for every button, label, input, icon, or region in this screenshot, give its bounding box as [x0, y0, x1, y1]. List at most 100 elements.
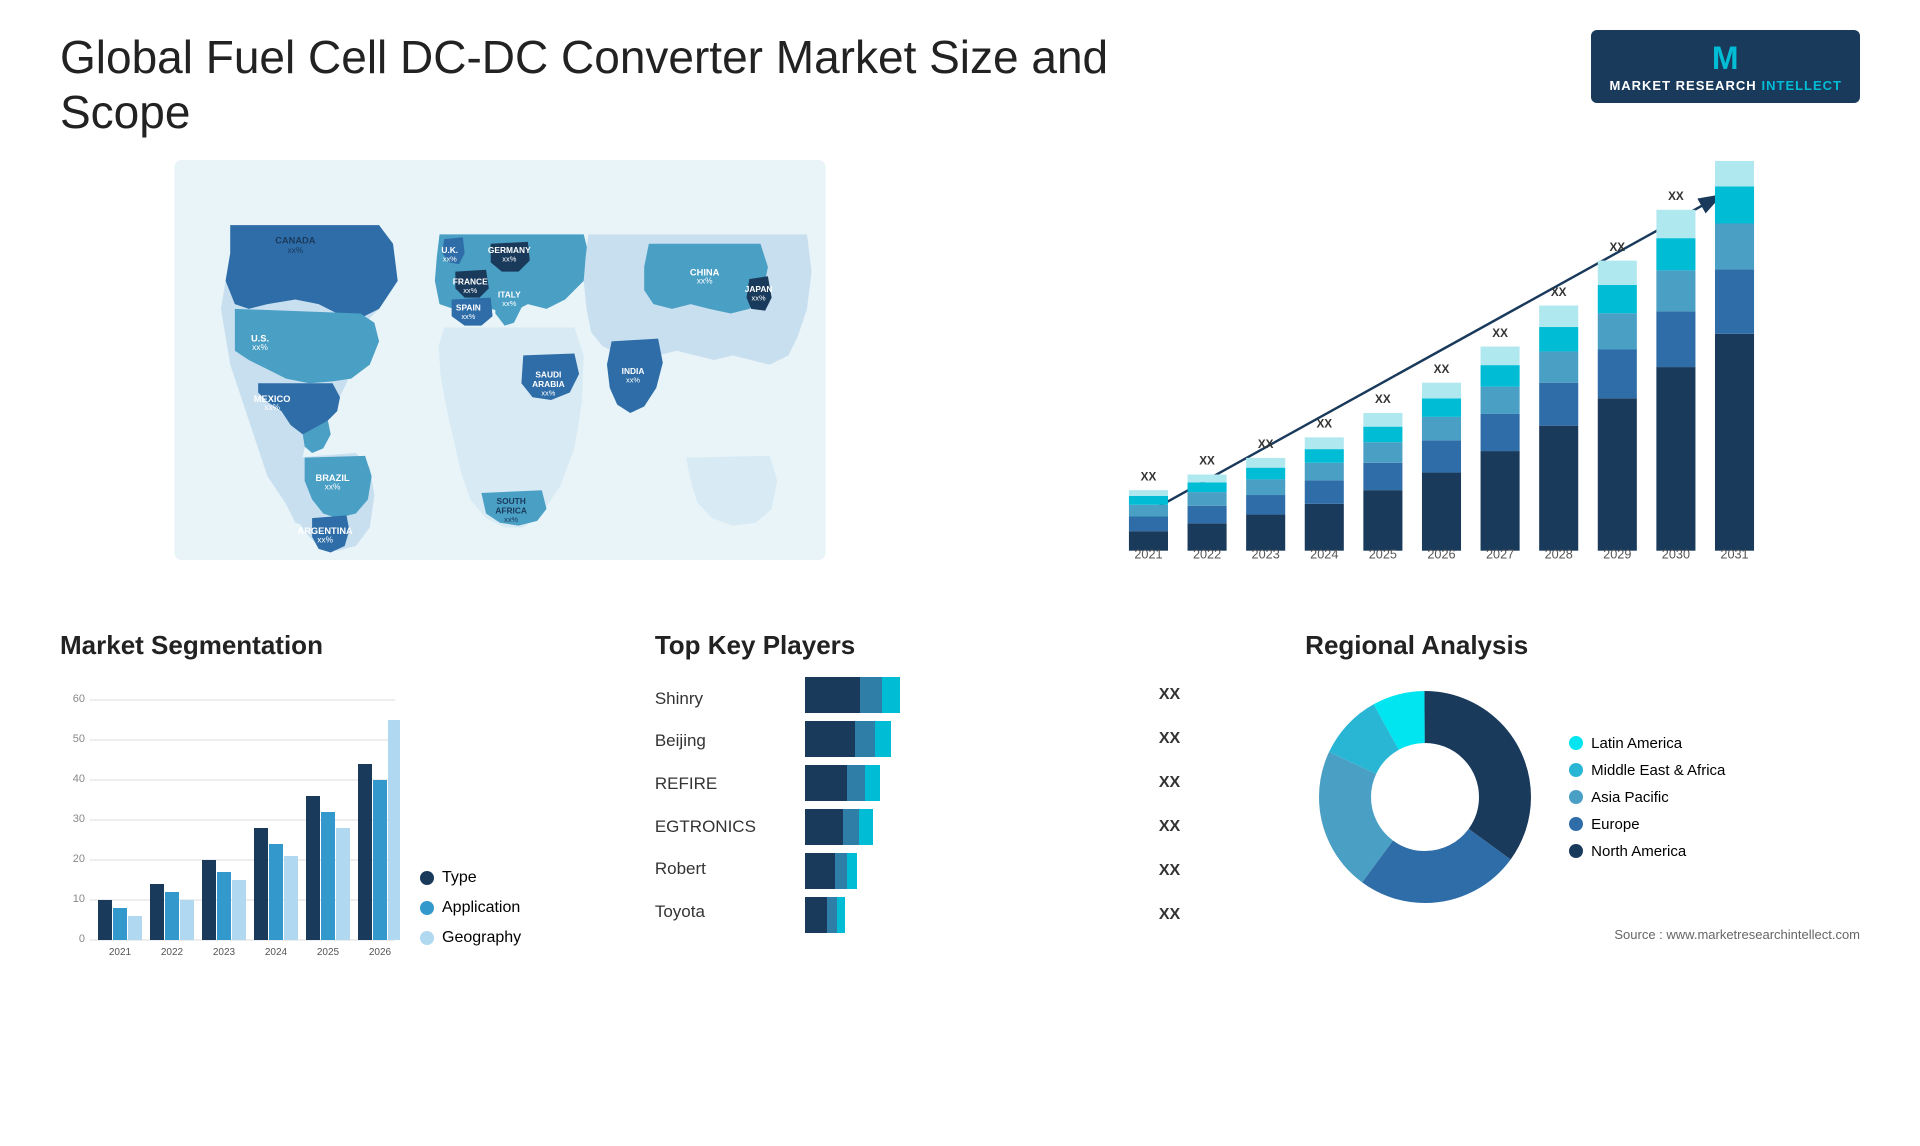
- svg-text:xx%: xx%: [443, 255, 457, 264]
- player-name-3: EGTRONICS: [655, 811, 785, 843]
- regional-section: Regional Analysis: [1305, 630, 1860, 942]
- svg-text:xx%: xx%: [502, 255, 516, 264]
- seg-legend: Type Application Geography: [420, 869, 521, 957]
- svg-text:XX: XX: [1199, 455, 1215, 468]
- player-bar-dark: [805, 765, 847, 801]
- segmentation-section: Market Segmentation 0 10 20 30 40 50 60: [60, 630, 615, 957]
- svg-text:XX: XX: [1141, 471, 1157, 484]
- player-bar-mid: [855, 721, 875, 757]
- player-bar-dark: [805, 677, 860, 713]
- svg-text:XX: XX: [1668, 190, 1684, 203]
- player-bar-dark: [805, 721, 855, 757]
- legend-dot-application: [420, 901, 434, 915]
- players-inner: Shinry Beijing REFIRE EGTRONICS Robert T…: [655, 677, 1265, 933]
- reg-label-latin: Latin America: [1591, 735, 1682, 752]
- svg-text:xx%: xx%: [252, 342, 268, 352]
- bar-chart-container: XX 2021 XX 2022: [980, 160, 1860, 580]
- world-map-svg: CANADA xx% U.S. xx% MEXICO xx% BRAZIL xx…: [60, 160, 940, 560]
- svg-text:10: 10: [73, 893, 85, 905]
- logo-letter: M: [1609, 40, 1842, 77]
- source-text: Source : www.marketresearchintellect.com: [1305, 927, 1860, 942]
- svg-text:2024: 2024: [1310, 548, 1338, 562]
- player-bar-outer: [805, 765, 1145, 801]
- legend-application: Application: [420, 899, 521, 917]
- svg-text:xx%: xx%: [697, 276, 713, 286]
- regional-legend: Latin America Middle East & Africa Asia …: [1569, 735, 1725, 860]
- regional-title: Regional Analysis: [1305, 630, 1860, 661]
- svg-text:xx%: xx%: [325, 482, 341, 492]
- logo-area: M MARKET RESEARCH INTELLECT: [1591, 30, 1860, 103]
- svg-text:2027: 2027: [1486, 548, 1514, 562]
- svg-text:xx%: xx%: [317, 535, 333, 545]
- reg-legend-mea: Middle East & Africa: [1569, 762, 1725, 779]
- player-bar-outer: [805, 721, 1145, 757]
- seg-graph: 0 10 20 30 40 50 60: [60, 677, 400, 957]
- donut-svg: [1305, 677, 1545, 917]
- svg-text:xx%: xx%: [287, 245, 303, 255]
- players-section: Top Key Players Shinry Beijing REFIRE EG…: [655, 630, 1265, 933]
- reg-legend-latin: Latin America: [1569, 735, 1725, 752]
- svg-text:2026: 2026: [369, 947, 392, 957]
- legend-label-geography: Geography: [442, 929, 521, 947]
- world-map-container: CANADA xx% U.S. xx% MEXICO xx% BRAZIL xx…: [60, 160, 940, 560]
- player-bar-value: XX: [1159, 906, 1180, 924]
- legend-dot-geography: [420, 931, 434, 945]
- player-bar-mid: [835, 853, 847, 889]
- reg-legend-apac: Asia Pacific: [1569, 789, 1725, 806]
- player-bar-light: [837, 897, 845, 933]
- reg-label-europe: Europe: [1591, 816, 1639, 833]
- svg-text:30: 30: [73, 813, 85, 825]
- bar-chart-svg: XX 2021 XX 2022: [980, 160, 1860, 580]
- svg-text:2021: 2021: [109, 947, 132, 957]
- reg-legend-europe: Europe: [1569, 816, 1725, 833]
- svg-text:xx%: xx%: [502, 299, 516, 308]
- page-wrapper: Global Fuel Cell DC-DC Converter Market …: [0, 0, 1920, 1146]
- svg-text:0: 0: [79, 933, 85, 945]
- reg-dot-na: [1569, 844, 1583, 858]
- player-name-5: Toyota: [655, 896, 785, 928]
- player-bar-row: XX: [805, 677, 1265, 713]
- reg-legend-na: North America: [1569, 843, 1725, 860]
- svg-text:XX: XX: [1434, 363, 1450, 376]
- player-bar-light: [865, 765, 880, 801]
- player-bar-value: XX: [1159, 818, 1180, 836]
- header: Global Fuel Cell DC-DC Converter Market …: [60, 30, 1860, 140]
- map-section: CANADA xx% U.S. xx% MEXICO xx% BRAZIL xx…: [60, 160, 940, 600]
- svg-text:20: 20: [73, 853, 85, 865]
- page-title: Global Fuel Cell DC-DC Converter Market …: [60, 30, 1160, 140]
- top-row: CANADA xx% U.S. xx% MEXICO xx% BRAZIL xx…: [60, 160, 1860, 600]
- svg-text:2023: 2023: [213, 947, 236, 957]
- svg-text:2028: 2028: [1545, 548, 1573, 562]
- player-bar-value: XX: [1159, 686, 1180, 704]
- svg-text:XX: XX: [1609, 241, 1625, 254]
- donut-container: Latin America Middle East & Africa Asia …: [1305, 677, 1860, 917]
- svg-text:XX: XX: [1316, 418, 1332, 431]
- player-bar-light: [859, 809, 873, 845]
- svg-text:xx%: xx%: [264, 403, 280, 413]
- player-bar-row: XX: [805, 765, 1265, 801]
- svg-text:2026: 2026: [1427, 548, 1455, 562]
- svg-text:xx%: xx%: [461, 312, 475, 321]
- player-name-1: Beijing: [655, 725, 785, 757]
- logo-line2: INTELLECT: [1762, 78, 1843, 93]
- seg-svg: 0 10 20 30 40 50 60: [60, 677, 400, 957]
- reg-dot-apac: [1569, 790, 1583, 804]
- svg-text:40: 40: [73, 773, 85, 785]
- svg-text:2025: 2025: [1369, 548, 1397, 562]
- svg-text:XX: XX: [1375, 394, 1391, 407]
- reg-dot-latin: [1569, 736, 1583, 750]
- svg-text:2021: 2021: [1134, 548, 1162, 562]
- bar-chart-section: XX 2021 XX 2022: [980, 160, 1860, 600]
- player-name-4: Robert: [655, 853, 785, 885]
- seg-chart-container: 0 10 20 30 40 50 60: [60, 677, 615, 957]
- player-bar-row: XX: [805, 721, 1265, 757]
- player-bar-outer: [805, 677, 1145, 713]
- svg-text:2025: 2025: [317, 947, 340, 957]
- logo-line1: MARKET RESEARCH: [1609, 78, 1756, 93]
- svg-text:XX: XX: [1492, 327, 1508, 340]
- legend-label-type: Type: [442, 869, 477, 887]
- player-bar-mid: [827, 897, 837, 933]
- bottom-row: Market Segmentation 0 10 20 30 40 50 60: [60, 630, 1860, 957]
- svg-text:2030: 2030: [1662, 548, 1690, 562]
- svg-text:2023: 2023: [1252, 548, 1280, 562]
